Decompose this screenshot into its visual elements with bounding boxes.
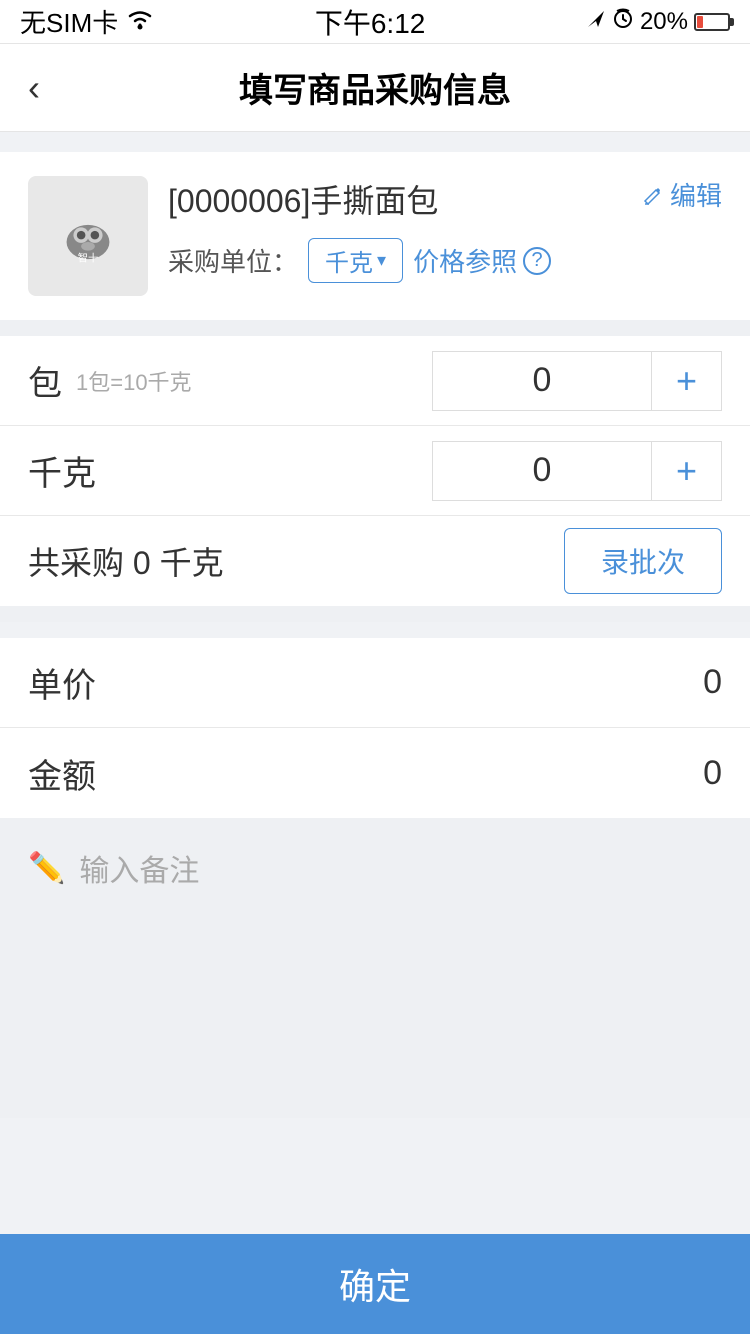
status-right: 20% — [586, 7, 730, 36]
back-button[interactable]: ‹ — [28, 67, 40, 109]
summary-row: 共采购 0 千克 录批次 — [0, 516, 750, 606]
edit-button[interactable]: 编辑 — [642, 176, 722, 213]
unit-value: 千克 — [325, 243, 373, 278]
amount-value: 0 — [703, 754, 722, 793]
page-title: 填写商品采购信息 — [239, 63, 511, 112]
kg-plus-button[interactable]: + — [652, 441, 722, 501]
nav-bar: ‹ 填写商品采购信息 — [0, 44, 750, 132]
status-time: 下午6:12 — [315, 2, 426, 42]
bag-hint: 1包=10千克 — [76, 365, 192, 397]
info-icon: ? — [523, 247, 551, 275]
bag-label: 包 1包=10千克 — [28, 356, 192, 405]
summary-amount: 0 — [133, 545, 151, 581]
product-name: [0000006]手撕面包 — [168, 176, 722, 222]
battery-percent: 20% — [640, 8, 688, 36]
bag-input-row: 包 1包=10千克 0 + — [0, 336, 750, 426]
kg-quantity-input[interactable]: 0 — [432, 441, 652, 501]
unit-price-label: 单价 — [28, 658, 96, 707]
summary-unit: 千克 — [160, 545, 224, 581]
amount-label: 金额 — [28, 749, 96, 798]
status-left: 无SIM卡 — [20, 3, 154, 40]
edit-label: 编辑 — [670, 176, 722, 213]
product-image: 智十 — [28, 176, 148, 296]
kg-label: 千克 — [28, 446, 96, 495]
bag-plus-button[interactable]: + — [652, 351, 722, 411]
price-section: 单价 0 金额 0 — [0, 638, 750, 818]
sim-text: 无SIM卡 — [20, 3, 118, 40]
record-batch-button[interactable]: 录批次 — [564, 528, 722, 594]
confirm-button[interactable]: 确定 — [0, 1234, 750, 1334]
section-divider-2 — [0, 606, 750, 622]
amount-row: 金额 0 — [0, 728, 750, 818]
location-icon — [586, 8, 606, 36]
status-bar: 无SIM卡 下午6:12 20% — [0, 0, 750, 44]
price-ref-button[interactable]: 价格参照 ? — [413, 242, 551, 279]
pencil-icon: ✏️ — [28, 851, 65, 886]
notes-placeholder: 输入备注 — [79, 846, 199, 890]
input-section: 包 1包=10千克 0 + 千克 0 + — [0, 336, 750, 516]
unit-price-row: 单价 0 — [0, 638, 750, 728]
chevron-down-icon: ▾ — [377, 250, 386, 271]
kg-input-right: 0 + — [432, 441, 722, 501]
product-logo: 智十 — [48, 206, 128, 266]
section-divider-1 — [0, 320, 750, 336]
unit-row: 采购单位： 千克 ▾ 价格参照 ? — [168, 238, 722, 283]
notes-section[interactable]: ✏️ 输入备注 — [0, 818, 750, 918]
product-info: [0000006]手撕面包 采购单位： 千克 ▾ 价格参照 ? — [168, 176, 722, 283]
back-chevron: ‹ — [28, 67, 40, 108]
product-card: 智十 [0000006]手撕面包 采购单位： 千克 ▾ 价格参照 ? 编辑 — [0, 152, 750, 320]
price-ref-label: 价格参照 — [413, 242, 517, 279]
summary-text: 共采购 0 千克 — [28, 538, 224, 584]
content-spacer — [0, 918, 750, 1118]
alarm-icon — [612, 7, 634, 36]
wifi-icon — [126, 6, 154, 37]
edit-icon — [642, 184, 664, 206]
bag-input-right: 0 + — [432, 351, 722, 411]
unit-selector[interactable]: 千克 ▾ — [308, 238, 403, 283]
svg-text:智十: 智十 — [78, 252, 99, 265]
battery-icon — [694, 13, 730, 31]
unit-price-value: 0 — [703, 663, 722, 702]
kg-input-row: 千克 0 + — [0, 426, 750, 516]
bag-quantity-input[interactable]: 0 — [432, 351, 652, 411]
unit-prefix: 采购单位： — [168, 242, 298, 279]
confirm-label: 确定 — [339, 1258, 411, 1310]
